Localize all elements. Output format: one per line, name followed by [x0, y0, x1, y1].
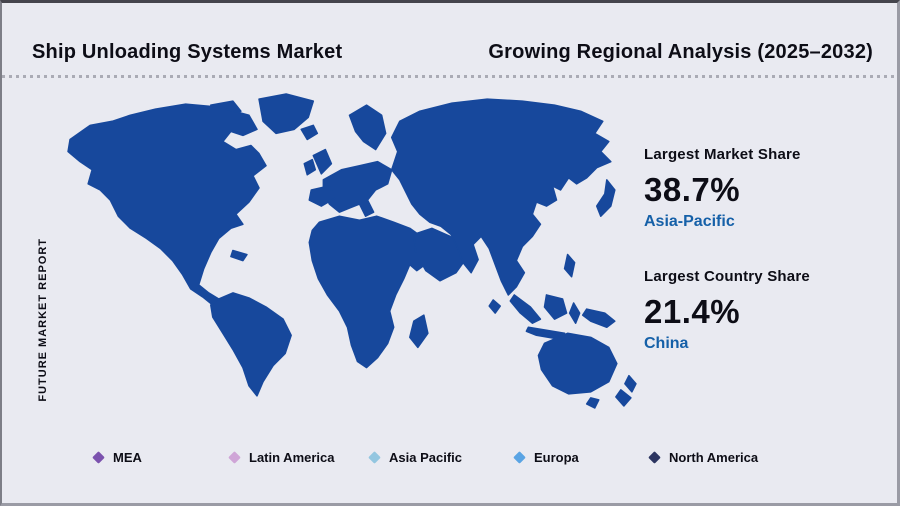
legend-item-mea: MEA	[92, 450, 142, 465]
diamond-icon	[648, 451, 661, 464]
diamond-icon	[368, 451, 381, 464]
stat-value: 38.7%	[644, 171, 741, 208]
legend-label: MEA	[113, 450, 142, 465]
map-britain	[312, 148, 333, 175]
map-sumatra	[509, 294, 542, 324]
map-sulawesi	[568, 302, 581, 324]
map-scandinavia	[348, 104, 387, 151]
stat-label: Largest Market Share	[644, 146, 801, 163]
watermark-vertical-text: FUTURE MARKET REPORT	[34, 229, 52, 411]
watermark-label: FUTURE MARKET REPORT	[37, 238, 49, 402]
map-new-zealand-north	[624, 374, 637, 393]
stat-region: China	[644, 335, 689, 352]
stat-region: Asia-Pacific	[644, 213, 735, 230]
map-iceland	[300, 124, 319, 141]
legend-item-latin-america: Latin America	[228, 450, 335, 465]
map-south-america	[210, 292, 292, 397]
map-europe	[322, 160, 393, 217]
stat-largest-country-share: Largest Country Share 21.4% China	[644, 268, 894, 353]
legend-label: Latin America	[249, 450, 335, 465]
map-tasmania	[585, 397, 600, 409]
world-map-landmass	[67, 93, 637, 409]
legend-label: Europa	[534, 450, 579, 465]
map-cuba	[230, 249, 248, 262]
stat-largest-market-share: Largest Market Share 38.7% Asia-Pacific	[644, 146, 894, 231]
infographic-canvas: Ship Unloading Systems Market Growing Re…	[0, 0, 900, 506]
legend-item-north-america: North America	[648, 450, 759, 465]
map-borneo	[543, 294, 568, 320]
dotted-divider	[2, 75, 897, 78]
header: Ship Unloading Systems Market Growing Re…	[32, 41, 873, 64]
stat-value: 21.4%	[644, 293, 741, 330]
page-subtitle: Growing Regional Analysis (2025–2032)	[488, 41, 873, 63]
legend-item-asia-pacific: Asia Pacific	[368, 450, 462, 465]
page-title: Ship Unloading Systems Market	[32, 41, 343, 63]
map-sri-lanka	[488, 299, 501, 314]
legend-label: North America	[669, 450, 759, 465]
diamond-icon	[228, 451, 241, 464]
map-ireland	[303, 158, 317, 176]
map-philippines	[563, 253, 576, 278]
legend-item-europa: Europa	[513, 450, 579, 465]
diamond-icon	[513, 451, 526, 464]
map-japan	[595, 179, 616, 217]
diamond-icon	[92, 451, 105, 464]
map-madagascar	[409, 314, 429, 349]
stat-label: Largest Country Share	[644, 268, 810, 285]
map-north-america	[67, 103, 267, 306]
world-map	[67, 93, 637, 409]
map-new-guinea	[581, 308, 616, 328]
legend-label: Asia Pacific	[389, 450, 462, 465]
map-australia	[537, 332, 618, 395]
map-new-zealand-south	[615, 389, 632, 407]
